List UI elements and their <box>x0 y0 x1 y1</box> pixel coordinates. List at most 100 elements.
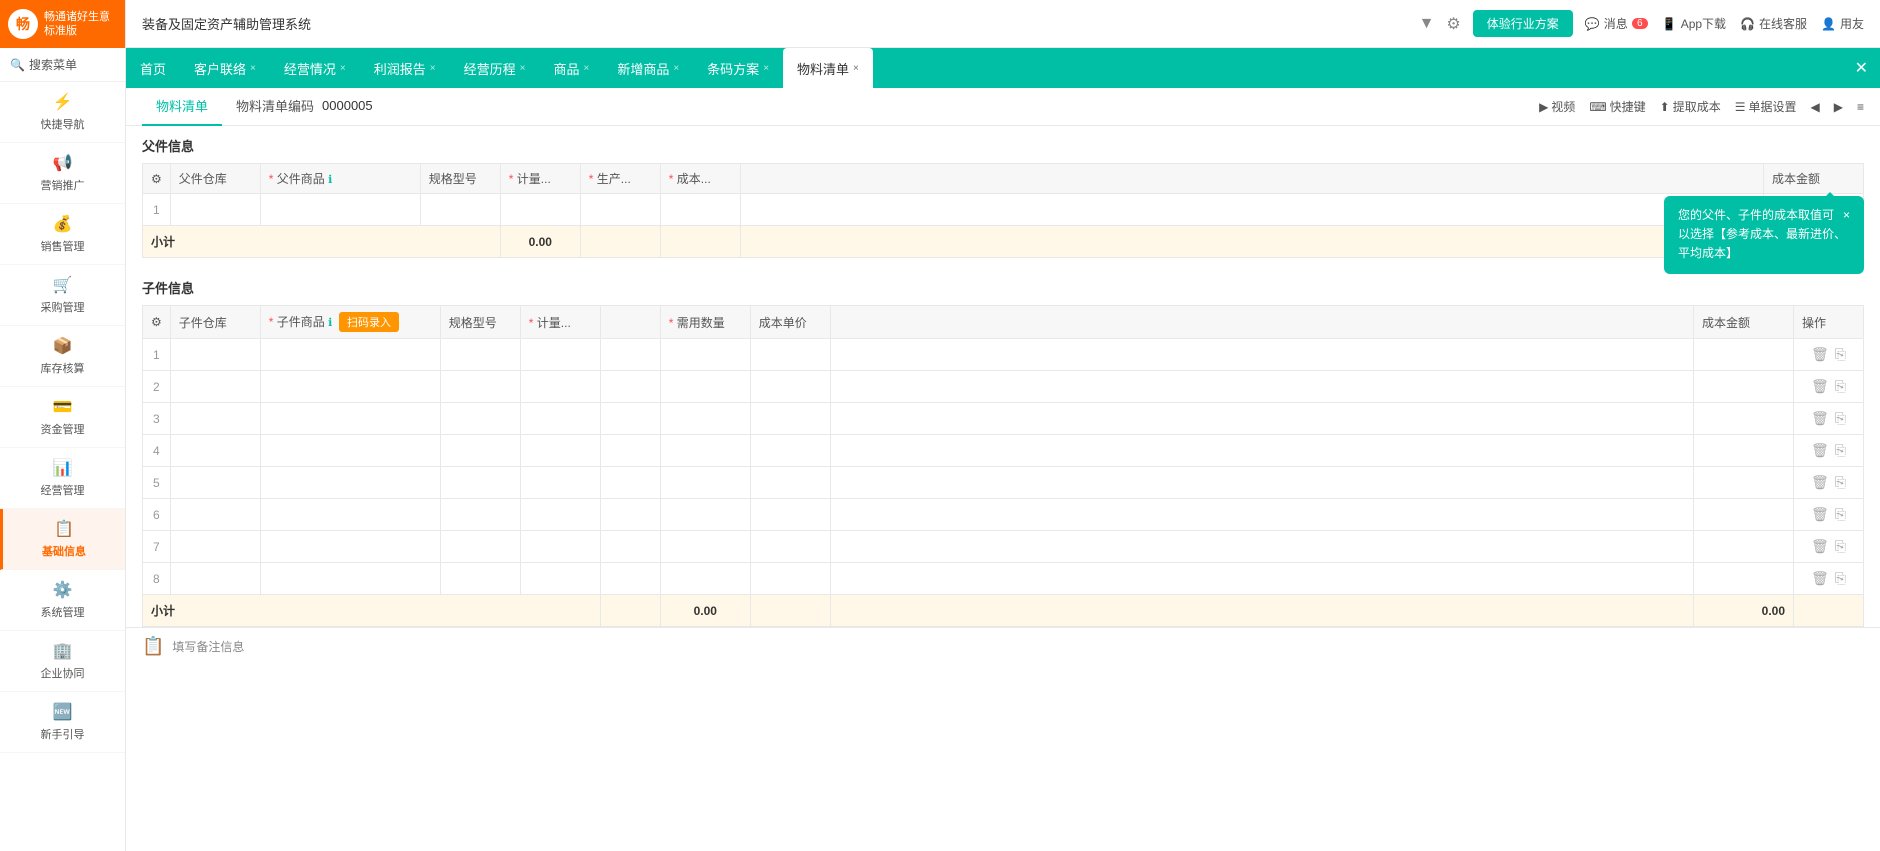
child-spec-cell-2[interactable] <box>440 371 520 403</box>
tooltip-close-btn[interactable]: × <box>1843 206 1850 225</box>
child-qty-cell-5[interactable] <box>660 467 750 499</box>
child-unit-cost-cell-6[interactable] <box>750 499 830 531</box>
view-btn[interactable]: ▶ 视频 <box>1539 98 1575 115</box>
parent-goods-cell[interactable] <box>260 194 420 226</box>
tab-goods[interactable]: 商品 × <box>539 48 603 88</box>
delete-icon-1[interactable]: 🗑 <box>1811 346 1829 363</box>
child-goods-cell-1[interactable] <box>260 339 440 371</box>
child-unit-cell-2[interactable] <box>520 371 600 403</box>
gear-icon[interactable]: ⚙ <box>1446 14 1460 34</box>
child-qty-cell-8[interactable] <box>660 563 750 595</box>
tab-history-close[interactable]: × <box>520 63 526 74</box>
message-button[interactable]: 💬 消息 6 <box>1585 15 1648 32</box>
child-spec-cell-5[interactable] <box>440 467 520 499</box>
child-warehouse-cell-4[interactable] <box>170 435 260 467</box>
tab-barcode-close[interactable]: × <box>763 63 769 74</box>
child-unit-cost-cell-8[interactable] <box>750 563 830 595</box>
child-qty-cell-6[interactable] <box>660 499 750 531</box>
child-spec-cell-4[interactable] <box>440 435 520 467</box>
shortcut-btn[interactable]: ⌨ 快捷键 <box>1589 98 1645 115</box>
child-spec-cell-8[interactable] <box>440 563 520 595</box>
child-cost-amount-cell-2[interactable] <box>1694 371 1794 403</box>
tab-new-goods[interactable]: 新增商品 × <box>603 48 693 88</box>
child-goods-cell-3[interactable] <box>260 403 440 435</box>
child-qty-cell-4[interactable] <box>660 435 750 467</box>
menu-icon[interactable]: ≡ <box>1857 100 1864 114</box>
tab-operations-close[interactable]: × <box>340 63 346 74</box>
tab-history[interactable]: 经营历程 × <box>450 48 540 88</box>
parent-cost-cell[interactable] <box>660 194 740 226</box>
search-menu[interactable]: 🔍 搜索菜单 <box>0 48 125 82</box>
child-goods-cell-4[interactable] <box>260 435 440 467</box>
extract-cost-btn[interactable]: ⬆ 提取成本 <box>1660 98 1721 115</box>
sidebar-item-basic-info[interactable]: 📋 基础信息 <box>0 509 125 570</box>
tab-operations[interactable]: 经营情况 × <box>270 48 360 88</box>
child-cost-amount-cell-7[interactable] <box>1694 531 1794 563</box>
delete-icon-5[interactable]: 🗑 <box>1811 474 1829 491</box>
copy-icon-7[interactable]: ⎘ <box>1835 538 1846 555</box>
copy-icon-1[interactable]: ⎘ <box>1835 346 1846 363</box>
child-cost-amount-cell-6[interactable] <box>1694 499 1794 531</box>
sidebar-item-guide[interactable]: 🆕 新手引导 <box>0 692 125 753</box>
sub-tab-bom-list[interactable]: 物料清单 <box>142 88 222 126</box>
child-goods-cell-5[interactable] <box>260 467 440 499</box>
child-spec-cell-7[interactable] <box>440 531 520 563</box>
child-qty-cell-1[interactable] <box>660 339 750 371</box>
child-unit-cost-cell-5[interactable] <box>750 467 830 499</box>
copy-icon-6[interactable]: ⎘ <box>1835 506 1846 523</box>
trial-button[interactable]: 体验行业方案 <box>1473 10 1573 37</box>
tab-profit-close[interactable]: × <box>430 63 436 74</box>
sidebar-item-enterprise[interactable]: 🏢 企业协同 <box>0 631 125 692</box>
nav-next[interactable]: ▶ <box>1834 100 1843 114</box>
child-warehouse-cell-8[interactable] <box>170 563 260 595</box>
user-menu[interactable]: 👤 用友 <box>1821 15 1864 32</box>
child-cost-amount-cell-3[interactable] <box>1694 403 1794 435</box>
copy-icon-2[interactable]: ⎘ <box>1835 378 1846 395</box>
child-goods-cell-6[interactable] <box>260 499 440 531</box>
copy-icon-8[interactable]: ⎘ <box>1835 570 1846 587</box>
copy-icon-5[interactable]: ⎘ <box>1835 474 1846 491</box>
delete-icon-6[interactable]: 🗑 <box>1811 506 1829 523</box>
sidebar-item-operations[interactable]: 📊 经营管理 <box>0 448 125 509</box>
sidebar-item-inventory[interactable]: 📦 库存核算 <box>0 326 125 387</box>
copy-icon-3[interactable]: ⎘ <box>1835 410 1846 427</box>
tab-customer[interactable]: 客户联络 × <box>180 48 270 88</box>
delete-icon-8[interactable]: 🗑 <box>1811 570 1829 587</box>
child-unit-cell-8[interactable] <box>520 563 600 595</box>
tab-new-goods-close[interactable]: × <box>673 63 679 74</box>
sidebar-item-sales[interactable]: 💰 销售管理 <box>0 204 125 265</box>
delete-icon-2[interactable]: 🗑 <box>1811 378 1829 395</box>
scan-input-btn[interactable]: 扫码录入 <box>339 312 399 332</box>
delete-icon-7[interactable]: 🗑 <box>1811 538 1829 555</box>
child-warehouse-cell-1[interactable] <box>170 339 260 371</box>
sidebar-item-system[interactable]: ⚙️ 系统管理 <box>0 570 125 631</box>
settings-dropdown-icon[interactable]: ▼ <box>1419 15 1435 33</box>
parent-warehouse-cell[interactable] <box>170 194 260 226</box>
copy-icon-4[interactable]: ⎘ <box>1835 442 1846 459</box>
online-service-button[interactable]: 🎧 在线客服 <box>1740 15 1807 32</box>
tab-profit[interactable]: 利润报告 × <box>360 48 450 88</box>
child-unit-cell-4[interactable] <box>520 435 600 467</box>
child-goods-cell-7[interactable] <box>260 531 440 563</box>
child-unit-cell-1[interactable] <box>520 339 600 371</box>
tab-goods-close[interactable]: × <box>583 63 589 74</box>
child-goods-cell-2[interactable] <box>260 371 440 403</box>
child-cost-amount-cell-4[interactable] <box>1694 435 1794 467</box>
sub-tab-bom-code[interactable]: 物料清单编码 0000005 <box>222 88 387 126</box>
sidebar-item-purchase[interactable]: 🛒 采购管理 <box>0 265 125 326</box>
sidebar-item-finance[interactable]: 💳 资金管理 <box>0 387 125 448</box>
child-qty-cell-2[interactable] <box>660 371 750 403</box>
child-unit-cell-6[interactable] <box>520 499 600 531</box>
child-unit-cell-5[interactable] <box>520 467 600 499</box>
app-download-button[interactable]: 📱 App下载 <box>1662 15 1726 32</box>
child-warehouse-cell-3[interactable] <box>170 403 260 435</box>
sidebar-item-marketing[interactable]: 📢 营销推广 <box>0 143 125 204</box>
close-all-tabs[interactable]: ✕ <box>1843 58 1880 78</box>
child-qty-cell-7[interactable] <box>660 531 750 563</box>
child-col-settings[interactable]: ⚙ <box>143 306 171 339</box>
child-spec-cell-1[interactable] <box>440 339 520 371</box>
parent-production-cell[interactable] <box>580 194 660 226</box>
child-unit-cost-cell-7[interactable] <box>750 531 830 563</box>
child-warehouse-cell-5[interactable] <box>170 467 260 499</box>
parent-spec-cell[interactable] <box>420 194 500 226</box>
